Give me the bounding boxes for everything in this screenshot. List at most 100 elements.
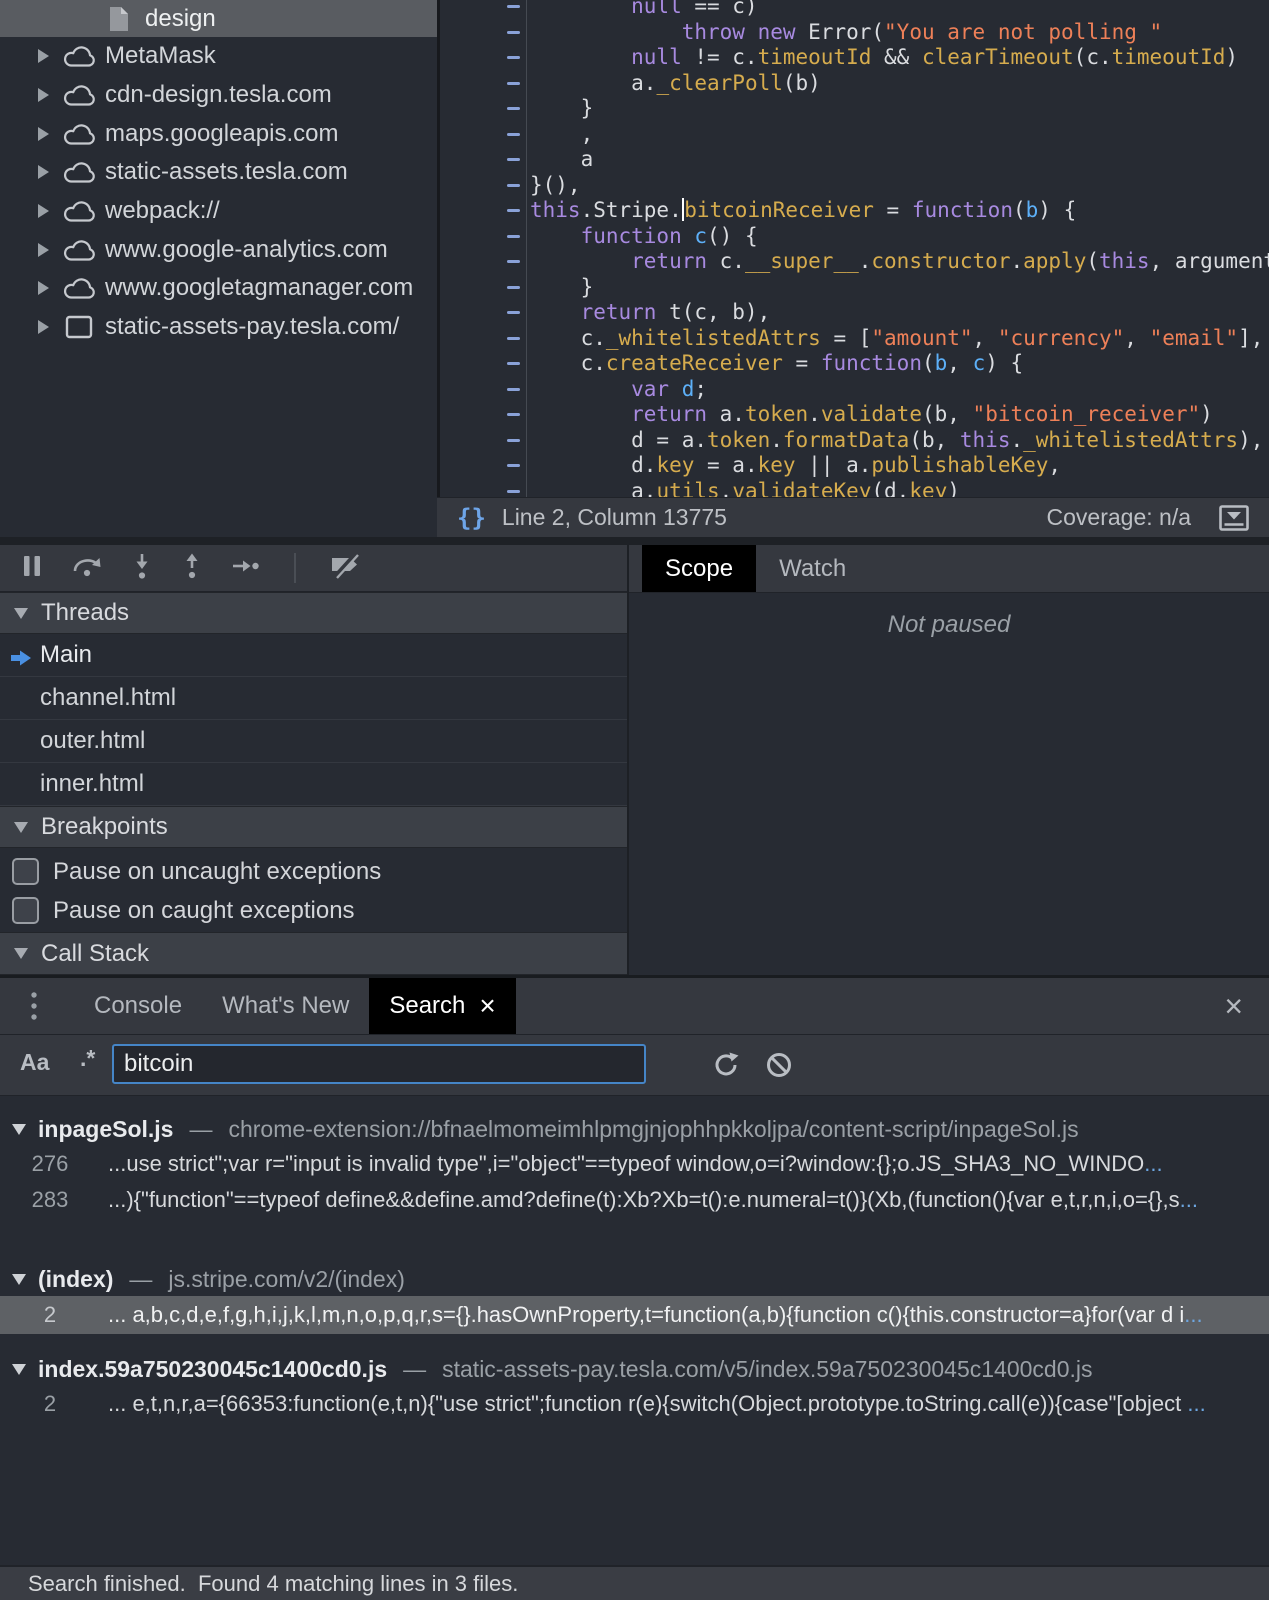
more-options-icon[interactable]: [30, 978, 38, 1034]
step-over-icon[interactable]: [72, 555, 102, 582]
match-case-toggle[interactable]: Aa: [20, 1049, 49, 1076]
section-label: Threads: [41, 599, 129, 627]
code-token: formatData: [783, 428, 909, 452]
fold-marker[interactable]: [507, 133, 520, 136]
regex-toggle[interactable]: .*: [80, 1045, 95, 1072]
checkbox-unchecked[interactable]: [12, 858, 39, 885]
chevron-right-icon[interactable]: [38, 204, 49, 218]
fold-marker[interactable]: [507, 31, 520, 34]
match-line-number: 2: [0, 1391, 100, 1417]
drawer: ConsoleWhat's NewSearch× × Aa .* inpageS…: [0, 975, 1269, 1600]
thread-item-main[interactable]: Main: [0, 634, 627, 677]
file-tree-item[interactable]: static-assets-pay.tesla.com/: [0, 308, 437, 347]
breakpoint-option[interactable]: Pause on caught exceptions: [0, 891, 627, 930]
fold-marker[interactable]: [507, 490, 520, 493]
step-icon[interactable]: [232, 557, 260, 580]
fold-marker[interactable]: [507, 311, 520, 314]
code-token: function: [912, 198, 1013, 222]
search-query-input[interactable]: [112, 1044, 646, 1084]
pretty-print-icon[interactable]: {}: [457, 504, 486, 532]
fold-marker[interactable]: [507, 209, 520, 212]
fold-marker[interactable]: [507, 362, 520, 365]
match-line-text: ... e,t,n,r,a={66353:function(e,t,n){"us…: [108, 1391, 1187, 1417]
code-line-row: return t(c, b),: [440, 300, 1269, 326]
search-match-row[interactable]: 276...use strict";var r="input is invali…: [0, 1146, 1269, 1182]
search-match-row[interactable]: 2 ... e,t,n,r,a={66353:function(e,t,n){"u…: [0, 1386, 1269, 1422]
tab-scope[interactable]: Scope: [642, 545, 756, 592]
search-result-file-header[interactable]: inpageSol.js—chrome-extension://bfnaelmo…: [0, 1112, 1269, 1146]
fold-marker[interactable]: [507, 56, 520, 59]
search-result-file-header[interactable]: index.59a750230045c1400cd0.js—static-ass…: [0, 1352, 1269, 1386]
chevron-right-icon[interactable]: [38, 88, 49, 102]
fold-marker[interactable]: [507, 337, 520, 340]
thread-item-channel-html[interactable]: channel.html: [0, 677, 627, 720]
refresh-icon[interactable]: [712, 1051, 740, 1079]
search-result-file-header[interactable]: (index)—js.stripe.com/v2/(index): [0, 1262, 1269, 1296]
fold-marker[interactable]: [507, 184, 520, 187]
match-line-text: ...use strict";var r="input is invalid t…: [108, 1151, 1144, 1177]
fold-marker[interactable]: [507, 286, 520, 289]
file-tree-item[interactable]: maps.googleapis.com: [0, 114, 437, 153]
code-editor[interactable]: null == c)throw new Error("You are not p…: [437, 0, 1269, 497]
fold-marker[interactable]: [507, 235, 520, 238]
code-line-row: }: [440, 96, 1269, 122]
fold-marker[interactable]: [507, 260, 520, 263]
fold-marker[interactable]: [507, 158, 520, 161]
chevron-right-icon[interactable]: [38, 281, 49, 295]
file-tree-item[interactable]: webpack://: [0, 192, 437, 231]
call-stack-section-header[interactable]: Call Stack: [0, 932, 627, 975]
deactivate-breakpoints-icon[interactable]: [330, 553, 364, 584]
tab-what-s-new[interactable]: What's New: [202, 978, 369, 1034]
step-into-icon[interactable]: [132, 553, 152, 584]
match-trailing-ellipsis: ...: [1187, 1391, 1205, 1417]
fold-marker[interactable]: [507, 439, 520, 442]
file-tree-item[interactable]: www.google-analytics.com: [0, 230, 437, 269]
tab-watch[interactable]: Watch: [756, 545, 869, 592]
close-drawer-icon[interactable]: ×: [1224, 978, 1243, 1034]
chevron-right-icon[interactable]: [38, 49, 49, 63]
code-gutter-cell: [440, 275, 527, 301]
file-tree-label: MetaMask: [105, 42, 216, 70]
chevron-right-icon[interactable]: [38, 243, 49, 257]
file-tree-item[interactable]: MetaMask: [0, 37, 437, 76]
file-tree-item[interactable]: static-assets.tesla.com: [0, 153, 437, 192]
fold-marker[interactable]: [507, 413, 520, 416]
code-token: _clearPoll: [656, 71, 782, 95]
breakpoints-section-header[interactable]: Breakpoints: [0, 806, 627, 848]
thread-item-inner-html[interactable]: inner.html: [0, 763, 627, 806]
step-out-icon[interactable]: [182, 553, 202, 584]
fold-marker[interactable]: [507, 107, 520, 110]
fold-marker[interactable]: [507, 388, 520, 391]
breakpoint-option[interactable]: Pause on uncaught exceptions: [0, 852, 627, 891]
chevron-right-icon[interactable]: [38, 127, 49, 141]
fold-marker[interactable]: [507, 464, 520, 467]
code-token: "email": [1150, 326, 1239, 350]
thread-item-outer-html[interactable]: outer.html: [0, 720, 627, 763]
code-gutter-cell: [440, 300, 527, 326]
fold-marker[interactable]: [507, 82, 520, 85]
tab-console[interactable]: Console: [74, 978, 202, 1034]
thread-label: outer.html: [40, 727, 145, 755]
fold-marker[interactable]: [507, 5, 520, 8]
cloud-icon: [61, 199, 97, 223]
cloud-icon: [61, 44, 97, 68]
clear-icon[interactable]: [765, 1051, 793, 1079]
expand-panel-icon[interactable]: [1219, 505, 1249, 531]
search-match-row[interactable]: 283...){"function"==typeof define&&defin…: [0, 1182, 1269, 1218]
close-tab-icon[interactable]: ×: [479, 992, 495, 1020]
chevron-right-icon[interactable]: [38, 165, 49, 179]
chevron-right-icon[interactable]: [38, 320, 49, 334]
file-tree-item-selected[interactable]: design: [0, 0, 437, 37]
search-match-row[interactable]: 2... a,b,c,d,e,f,g,h,i,j,k,l,m,n,o,p,q,r…: [0, 1296, 1269, 1334]
file-tree-item[interactable]: www.googletagmanager.com: [0, 269, 437, 308]
checkbox-unchecked[interactable]: [12, 897, 39, 924]
code-line-row: throw new Error("You are not polling ": [440, 20, 1269, 46]
code-token: null: [631, 0, 682, 18]
threads-section-header[interactable]: Threads: [0, 592, 627, 634]
pause-icon[interactable]: [22, 555, 42, 582]
file-tree-item[interactable]: cdn-design.tesla.com: [0, 76, 437, 115]
file-tree-label: webpack://: [105, 197, 220, 225]
code-token: ): [1200, 402, 1213, 426]
tab-search[interactable]: Search×: [369, 978, 515, 1034]
code-line-row: null != c.timeoutId && clearTimeout(c.ti…: [440, 45, 1269, 71]
